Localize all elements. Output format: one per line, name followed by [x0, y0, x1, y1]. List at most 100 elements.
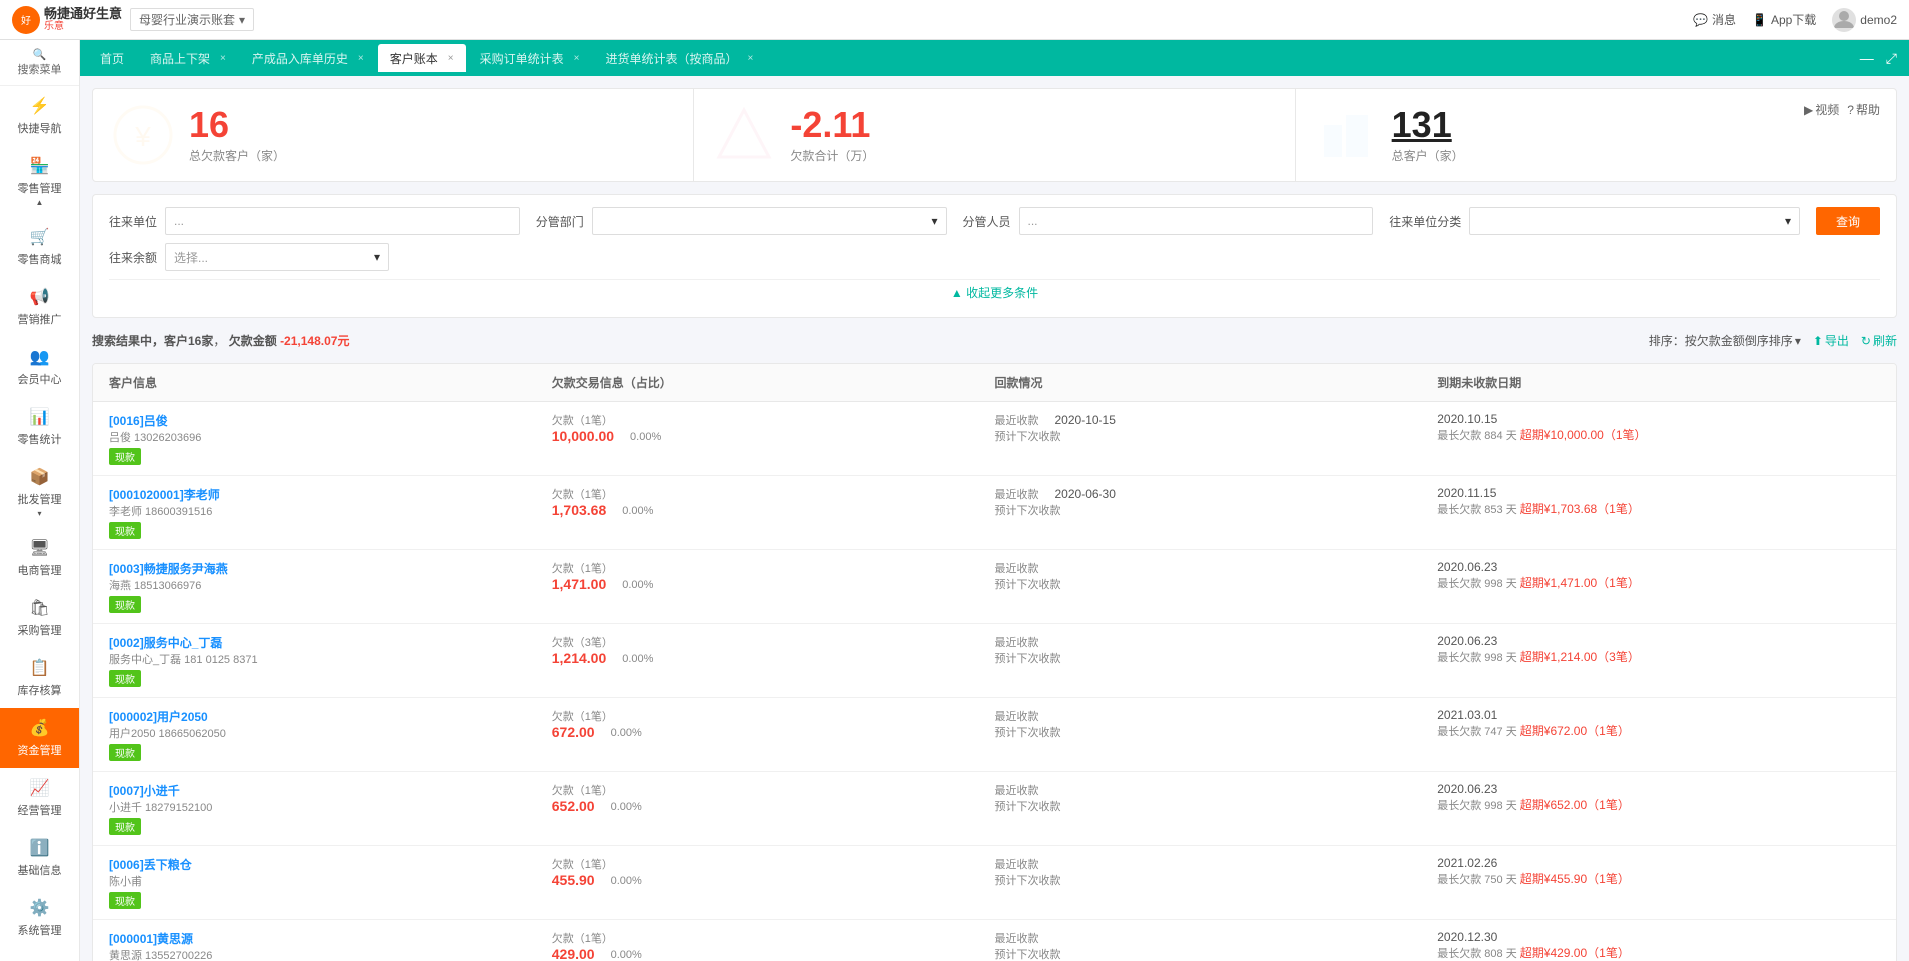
sidebar-item-retail-manage[interactable]: 🏪 零售管理 ▲ [0, 146, 79, 217]
tab-purchase-order[interactable]: 采购订单统计表 × [468, 44, 592, 72]
customer-info-cell: [000002]用户2050 用户2050 18665062050 现款 [109, 708, 552, 761]
filter-select-dept[interactable]: ▾ [592, 207, 947, 235]
quick-nav-icon: ⚡ [30, 96, 50, 116]
help-action-btn[interactable]: ? 帮助 [1847, 101, 1880, 118]
export-label: 导出 [1825, 332, 1849, 349]
video-label: 视频 [1815, 101, 1839, 118]
sidebar-item-system[interactable]: ⚙️ 系统管理 [0, 888, 79, 948]
sidebar-item-batch-manage[interactable]: 📦 批发管理 ▾ [0, 457, 79, 528]
debt-amount-2[interactable]: 1,471.00 [552, 576, 607, 592]
recovery-date-0: 2020-10-15 [1055, 413, 1116, 427]
overdue-amount-2[interactable]: 超期¥1,471.00（1笔） [1520, 576, 1640, 590]
customer-name-1[interactable]: [0001020001]李老师 [109, 488, 220, 502]
filter-select-category[interactable]: ▾ [1469, 207, 1800, 235]
recovery-label-2: 最近收款 [995, 560, 1039, 576]
filter-input-unit[interactable]: ... [165, 207, 520, 235]
refresh-btn[interactable]: ↻ 刷新 [1861, 332, 1897, 349]
stat-info-debt-total: -2.11 欠款合计（万） [790, 107, 874, 164]
sidebar-item-quick-nav[interactable]: ⚡ 快捷导航 [0, 86, 79, 146]
sidebar-item-ecommerce[interactable]: 🖥 电商管理 [0, 528, 79, 588]
customer-name-6[interactable]: [0006]丢下粮仓 [109, 858, 192, 872]
sidebar-item-inventory[interactable]: 📋 库存核算 [0, 648, 79, 708]
overdue-amount-7[interactable]: 超期¥429.00（1笔） [1520, 946, 1630, 960]
customer-name-4[interactable]: [000002]用户2050 [109, 710, 208, 724]
filter-input-person[interactable]: ... [1019, 207, 1374, 235]
customer-name-5[interactable]: [0007]小进千 [109, 784, 180, 798]
sidebar-item-basic-info[interactable]: ℹ️ 基础信息 [0, 828, 79, 888]
operations-label: 经营管理 [18, 802, 62, 818]
debt-amount-3[interactable]: 1,214.00 [552, 650, 607, 666]
debt-amount-1[interactable]: 1,703.68 [552, 502, 607, 518]
recovery-label-1: 最近收款 [995, 486, 1039, 502]
sort-selector[interactable]: 排序：按欠款金额倒序排序 ▾ [1649, 332, 1801, 349]
stat-card-debt-total: -2.11 欠款合计（万） [694, 89, 1295, 181]
overdue-amount-6[interactable]: 超期¥455.90（1笔） [1520, 872, 1630, 886]
overdue-amount-5[interactable]: 超期¥652.00（1笔） [1520, 798, 1630, 812]
overdue-amount-1[interactable]: 超期¥1,703.68（1笔） [1520, 502, 1640, 516]
customer-contact-0: 吕俊 13026203696 [109, 429, 552, 445]
filter-select-balance[interactable]: 选择... ▾ [165, 243, 389, 271]
sidebar-item-members[interactable]: 👥 会员中心 [0, 337, 79, 397]
tab-expand-btn[interactable]: ⤢ [1882, 48, 1901, 69]
app-download-btn[interactable]: 📱 App下载 [1752, 11, 1816, 28]
tab-customer-account[interactable]: 客户账本 × [378, 44, 466, 72]
overdue-amount-4[interactable]: 超期¥672.00（1笔） [1520, 724, 1630, 738]
tab-import-stats-close[interactable]: × [747, 53, 753, 64]
customer-name-2[interactable]: [0003]畅捷服务尹海燕 [109, 562, 228, 576]
overdue-date-6: 2021.02.26 [1437, 856, 1880, 870]
sidebar-item-purchase[interactable]: 🛍 采购管理 [0, 588, 79, 648]
debt-amount-0[interactable]: 10,000.00 [552, 428, 614, 444]
user-menu[interactable]: demo2 [1832, 8, 1897, 32]
debt-amount-5[interactable]: 652.00 [552, 798, 595, 814]
debt-amount-6[interactable]: 455.90 [552, 872, 595, 888]
tab-product-history[interactable]: 产成品入库单历史 × [240, 44, 376, 72]
sidebar-item-enterprise[interactable]: 🤝 企业协同 [0, 948, 79, 961]
collapse-label: 收起更多条件 [966, 286, 1038, 300]
sidebar-item-operations[interactable]: 📈 经营管理 [0, 768, 79, 828]
org-selector[interactable]: 母婴行业演示账套 ▾ [130, 8, 254, 31]
user-name: demo2 [1860, 13, 1897, 27]
retail-manage-icon: 🏪 [30, 156, 50, 176]
message-btn[interactable]: 💬 消息 [1693, 11, 1736, 28]
search-btn[interactable]: 查询 [1816, 207, 1880, 235]
sort-label: 排序：按欠款金额倒序排序 [1649, 332, 1793, 349]
tab-product-history-close[interactable]: × [358, 53, 364, 64]
filter-item-balance: 往来余额 选择... ▾ [109, 243, 389, 271]
collapse-row[interactable]: ▲ 收起更多条件 [109, 279, 1880, 305]
retail-stats-label: 零售统计 [18, 431, 62, 447]
filter-row-1: 往来单位 ... 分管部门 ▾ 分管人员 [109, 207, 1880, 235]
table-row: [0006]丢下粮仓 陈小甫 现款 欠款（1笔） 455.90 0.00% 最近… [93, 846, 1896, 920]
customer-name-3[interactable]: [0002]服务中心_丁磊 [109, 636, 222, 650]
filter-row-2: 往来余额 选择... ▾ [109, 243, 1880, 271]
tab-import-stats[interactable]: 进货单统计表（按商品） × [593, 44, 765, 72]
tab-customer-account-close[interactable]: × [448, 53, 454, 64]
tab-collapse-btn[interactable]: — [1856, 48, 1878, 69]
phone-icon: 📱 [1752, 13, 1767, 27]
main-layout: 🔍 搜索菜单 ⚡ 快捷导航 🏪 零售管理 ▲ 🛒 零售商城 📢 营销推广 👥 会… [0, 40, 1909, 961]
customer-info-cell: [0006]丢下粮仓 陈小甫 现款 [109, 856, 552, 909]
customer-name-0[interactable]: [0016]吕俊 [109, 414, 168, 428]
tab-product-status-close[interactable]: × [220, 53, 226, 64]
stat-label-total-customers: 总客户（家） [1392, 147, 1464, 164]
batch-manage-icon: 📦 [30, 467, 50, 487]
search-icon: 🔍 [4, 48, 75, 61]
overdue-amount-3[interactable]: 超期¥1,214.00（3笔） [1520, 650, 1640, 664]
sidebar-item-marketing[interactable]: 📢 营销推广 [0, 277, 79, 337]
sidebar-item-retail-stats[interactable]: 📊 零售统计 [0, 397, 79, 457]
video-action-btn[interactable]: ▶ 视频 [1804, 101, 1839, 118]
sidebar-item-capital[interactable]: 💰 资金管理 [0, 708, 79, 768]
sidebar-item-retail-store[interactable]: 🛒 零售商城 [0, 217, 79, 277]
tab-home[interactable]: 首页 [88, 44, 136, 72]
customer-contact-1: 李老师 18600391516 [109, 503, 552, 519]
customer-name-7[interactable]: [000001]黄思源 [109, 932, 193, 946]
debt-amount-7[interactable]: 429.00 [552, 946, 595, 961]
overdue-amount-0[interactable]: 超期¥10,000.00（1笔） [1520, 428, 1647, 442]
sidebar-search[interactable]: 🔍 搜索菜单 [0, 40, 79, 86]
stat-info-debt-customers: 16 总欠款客户（家） [189, 107, 285, 164]
tab-product-status[interactable]: 商品上下架 × [138, 44, 238, 72]
user-avatar [1832, 8, 1856, 32]
export-btn[interactable]: ⬆ 导出 [1813, 332, 1849, 349]
debt-amount-4[interactable]: 672.00 [552, 724, 595, 740]
debt-percent-6: 0.00% [611, 875, 642, 887]
tab-purchase-order-close[interactable]: × [574, 53, 580, 64]
